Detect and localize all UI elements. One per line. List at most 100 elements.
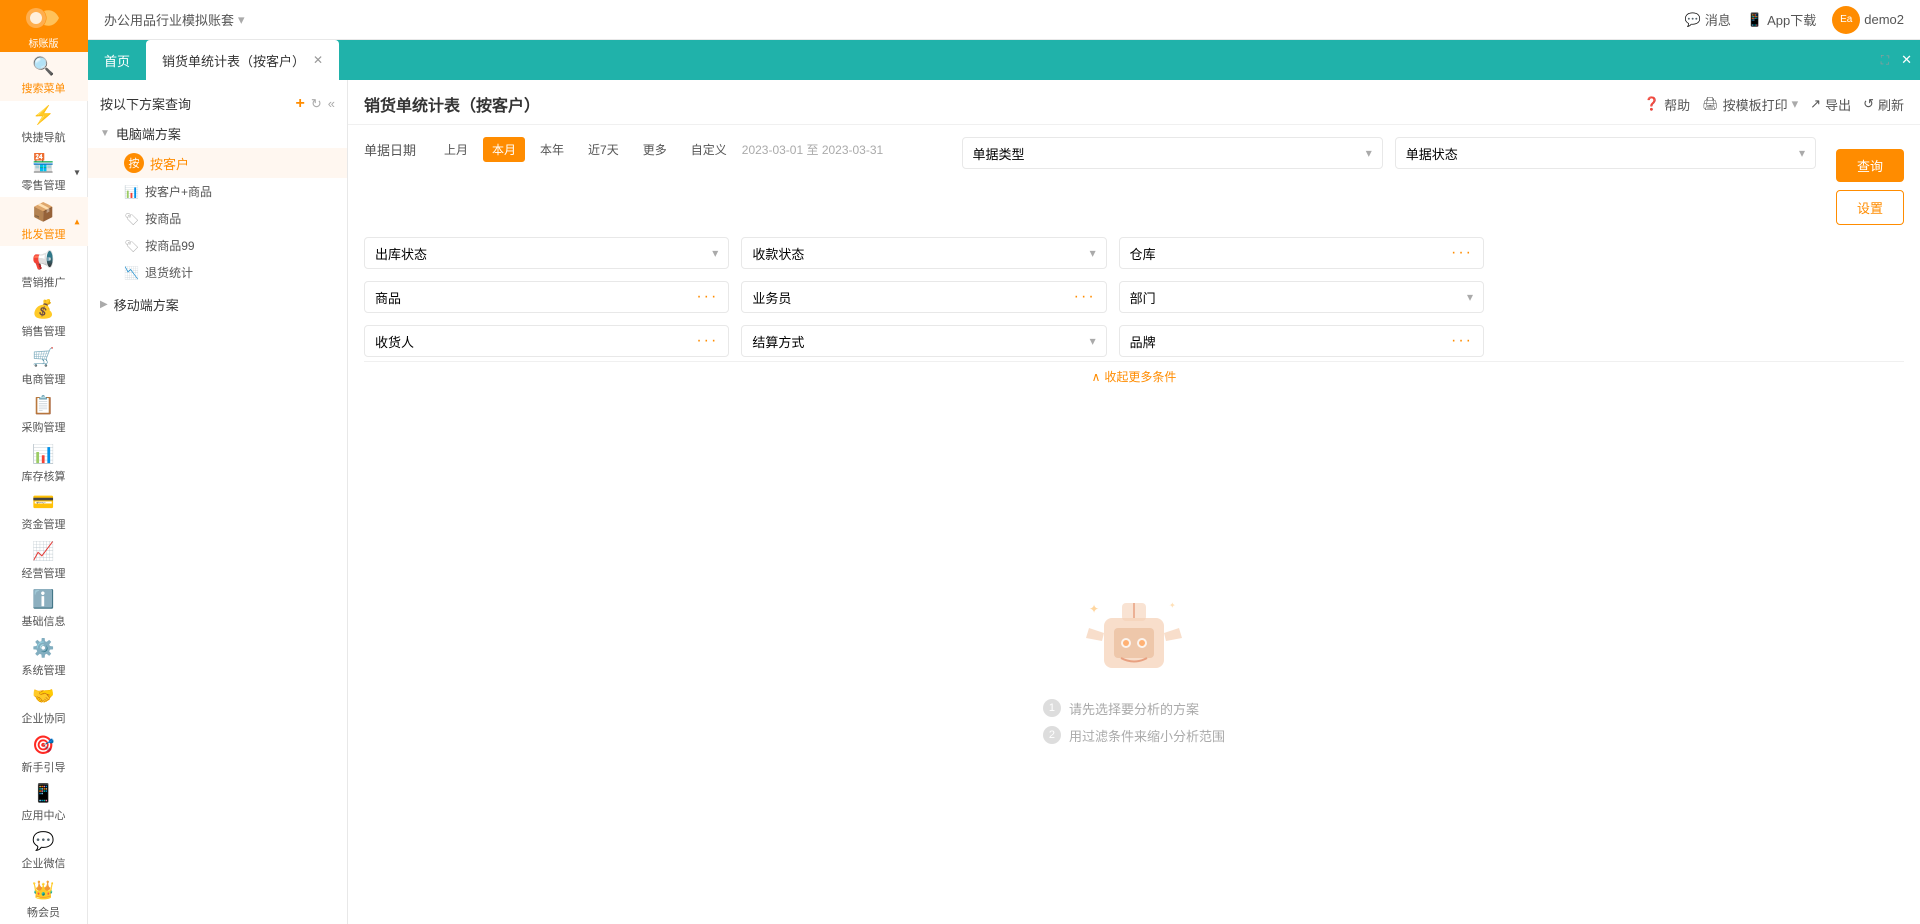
sidebar-item-newbie[interactable]: 🎯 新手引导 xyxy=(0,730,88,778)
empty-state: ✦ ✦ 1 请先选择要分析的方案 2 用过滤条件来缩小分析范围 xyxy=(348,403,1920,924)
sidebar-item-ecommerce[interactable]: 🛒 电商管理 xyxy=(0,343,88,391)
receipt-status-dropdown-icon: ▾ xyxy=(1090,246,1096,260)
sidebar-item-search[interactable]: 🔍 搜索菜单 xyxy=(0,52,88,100)
brand-more-icon[interactable]: ··· xyxy=(1451,332,1473,350)
sidebar-item-sales[interactable]: 💰 销售管理 xyxy=(0,294,88,342)
salesperson-more-icon[interactable]: ··· xyxy=(1074,288,1096,306)
salesperson-field[interactable]: 业务员 ··· xyxy=(741,281,1106,313)
left-panel-actions: + ↻ « xyxy=(296,95,335,113)
customer-scheme-icon: 按 xyxy=(124,153,144,173)
collapse-filter-btn[interactable]: ∧ 收起更多条件 xyxy=(364,361,1904,391)
custom-date-btn[interactable]: 自定义 xyxy=(682,137,736,162)
mobile-section-label: 移动端方案 xyxy=(114,295,179,314)
receipt-status-field[interactable]: 收款状态 ▾ xyxy=(741,237,1106,269)
doc-type-field[interactable]: 单据类型 ▾ xyxy=(962,137,1383,169)
scheme-by-customer-goods[interactable]: 📊 按客户+商品 xyxy=(88,178,347,205)
scheme-by-customer[interactable]: 按 按客户 xyxy=(88,148,347,178)
collapse-panel-btn[interactable]: « xyxy=(328,96,335,111)
sidebar-item-system[interactable]: ⚙️ 系统管理 xyxy=(0,633,88,681)
print-btn[interactable]: 🖨 按模板打印 ▾ xyxy=(1702,95,1798,114)
left-panel-header: 按以下方案查询 + ↻ « xyxy=(88,88,347,119)
current-month-btn[interactable]: 本月 xyxy=(483,137,525,162)
refresh-scheme-btn[interactable]: ↻ xyxy=(311,96,322,112)
sidebar-item-operations[interactable]: 📈 经营管理 xyxy=(0,537,88,585)
date-filter-options: 上月 本月 本年 近7天 更多 自定义 2023-03-01 至 2023-03… xyxy=(435,137,883,162)
out-status-dropdown-icon: ▾ xyxy=(712,246,718,260)
tab-home[interactable]: 首页 xyxy=(88,40,146,80)
goods-more-icon[interactable]: ··· xyxy=(696,288,718,306)
payment-field[interactable]: 结算方式 ▾ xyxy=(741,325,1106,357)
tag-icon-1: 🏷 xyxy=(124,212,139,226)
username-label: demo2 xyxy=(1864,12,1904,27)
scheme-return-stats[interactable]: 📉 退货统计 xyxy=(88,259,347,286)
refresh-btn[interactable]: ↺ 刷新 xyxy=(1863,95,1904,114)
sidebar-item-purchase[interactable]: 📋 采购管理 xyxy=(0,391,88,439)
message-btn[interactable]: 💬 消息 xyxy=(1685,10,1731,29)
main-area: 办公用品行业模拟账套 ▾ 💬 消息 📱 App下载 Ea demo2 首页 xyxy=(88,0,1920,924)
scheme-by-goods-99[interactable]: 🏷 按商品99 xyxy=(88,232,347,259)
refresh-icon: ↺ xyxy=(1863,96,1874,112)
sidebar-item-member[interactable]: 👑 畅会员 xyxy=(0,876,88,924)
salesperson-label: 业务员 xyxy=(752,288,791,307)
filter-area: 单据日期 上月 本月 本年 近7天 更多 自定义 2023-03-01 至 20… xyxy=(348,125,1920,403)
user-menu[interactable]: Ea demo2 xyxy=(1832,6,1904,34)
goods-field[interactable]: 商品 ··· xyxy=(364,281,729,313)
message-icon: 💬 xyxy=(1685,12,1701,28)
triangle-right-icon: ▶ xyxy=(100,299,108,310)
help-btn[interactable]: ❓ 帮助 xyxy=(1644,95,1690,114)
last-month-btn[interactable]: 上月 xyxy=(435,137,477,162)
maximize-icon[interactable]: ⛶ xyxy=(1881,53,1901,68)
sidebar-item-retail[interactable]: 🏪 零售管理 ▾ xyxy=(0,149,88,197)
tree-section-desktop[interactable]: ▼ 电脑端方案 xyxy=(88,119,347,148)
goods-label: 商品 xyxy=(375,288,401,307)
sidebar-item-wholesale[interactable]: 📦 批发管理 ▴ xyxy=(0,197,88,245)
date-range-display: 2023-03-01 至 2023-03-31 xyxy=(742,141,883,158)
scheme-by-goods[interactable]: 🏷 按商品 xyxy=(88,205,347,232)
sidebar-item-base[interactable]: ℹ️ 基础信息 xyxy=(0,585,88,633)
company-selector[interactable]: 办公用品行业模拟账套 ▾ xyxy=(104,10,245,29)
export-btn[interactable]: ↗ 导出 xyxy=(1810,95,1851,114)
sidebar-item-inventory[interactable]: 📊 库存核算 xyxy=(0,440,88,488)
sidebar-item-finance[interactable]: 💳 资金管理 xyxy=(0,488,88,536)
department-field[interactable]: 部门 ▾ xyxy=(1119,281,1484,313)
svg-text:✦: ✦ xyxy=(1169,601,1176,610)
receipt-status-label: 收款状态 xyxy=(752,244,804,263)
avatar: Ea xyxy=(1832,6,1860,34)
department-label: 部门 xyxy=(1130,288,1156,307)
tip-num-2: 2 xyxy=(1043,726,1061,744)
receiver-more-icon[interactable]: ··· xyxy=(696,332,718,350)
close-window-icon[interactable]: ✕ xyxy=(1901,52,1920,68)
doc-status-field[interactable]: 单据状态 ▾ xyxy=(1395,137,1816,169)
empty-illustration: ✦ ✦ xyxy=(1074,583,1194,683)
warehouse-more-icon[interactable]: ··· xyxy=(1451,244,1473,262)
sidebar-item-enterprise[interactable]: 🤝 企业协同 xyxy=(0,682,88,730)
sidebar-item-wechat[interactable]: 💬 企业微信 xyxy=(0,827,88,875)
out-status-field[interactable]: 出库状态 ▾ xyxy=(364,237,729,269)
topbar-title-area: 办公用品行业模拟账套 ▾ xyxy=(104,10,245,29)
sidebar-item-marketing[interactable]: 📢 营销推广 xyxy=(0,246,88,294)
sidebar-item-appcenter[interactable]: 📱 应用中心 xyxy=(0,779,88,827)
receiver-label: 收货人 xyxy=(375,332,414,351)
ecommerce-icon: 🛒 xyxy=(32,347,54,368)
more-date-btn[interactable]: 更多 xyxy=(634,137,676,162)
empty-tips: 1 请先选择要分析的方案 2 用过滤条件来缩小分析范围 xyxy=(1043,699,1225,745)
add-scheme-btn[interactable]: + xyxy=(296,95,305,113)
tree-section-mobile[interactable]: ▶ 移动端方案 xyxy=(88,290,347,319)
settings-button[interactable]: 设置 xyxy=(1836,190,1904,225)
sidebar-item-quick-nav[interactable]: ⚡ 快捷导航 xyxy=(0,101,88,149)
warehouse-field[interactable]: 仓库 ··· xyxy=(1119,237,1484,269)
payment-dropdown-icon: ▾ xyxy=(1090,334,1096,348)
query-button[interactable]: 查询 xyxy=(1836,149,1904,182)
page-header-actions: ❓ 帮助 🖨 按模板打印 ▾ ↗ 导出 ↺ 刷新 xyxy=(1644,95,1904,114)
triangle-down-icon: ▼ xyxy=(100,128,110,139)
last-7-days-btn[interactable]: 近7天 xyxy=(579,137,628,162)
brand-label: 品牌 xyxy=(1130,332,1156,351)
current-year-btn[interactable]: 本年 xyxy=(531,137,573,162)
tab-report[interactable]: 销货单统计表（按客户） ✕ xyxy=(146,40,339,80)
app-download-btn[interactable]: 📱 App下载 xyxy=(1747,10,1816,29)
brand-field[interactable]: 品牌 ··· xyxy=(1119,325,1484,357)
receiver-field[interactable]: 收货人 ··· xyxy=(364,325,729,357)
topbar-right-actions: 💬 消息 📱 App下载 Ea demo2 xyxy=(1685,6,1904,34)
tab-close-icon[interactable]: ✕ xyxy=(313,53,323,67)
wechat-icon: 💬 xyxy=(32,831,54,852)
